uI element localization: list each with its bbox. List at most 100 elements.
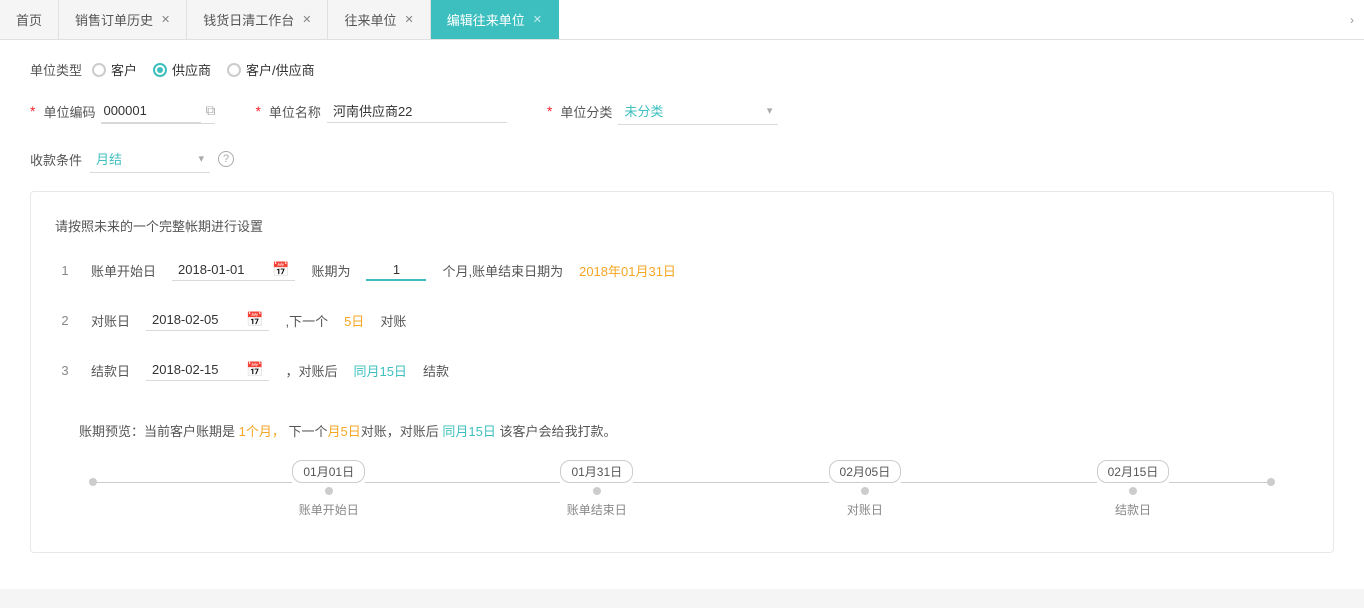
setting-row-2: 2 对账日 📅 ,下一个5日对账 <box>55 309 1309 331</box>
tl-node-3-date: 02月05日 <box>829 460 902 483</box>
timeline-left-dot <box>89 478 97 486</box>
radio-both-label: 客户/供应商 <box>246 60 315 79</box>
row-2-calendar-icon[interactable]: 📅 <box>246 311 263 328</box>
unit-name-field: * 单位名称 <box>255 99 506 123</box>
timeline-right-end <box>1267 478 1275 486</box>
period-input[interactable] <box>366 260 426 281</box>
tab-home-label: 首页 <box>16 10 42 29</box>
unit-category-field: * 单位分类 未分类 ▾ <box>547 97 778 125</box>
unit-name-star: * <box>255 103 260 119</box>
row-1-num: 1 <box>55 263 75 278</box>
tl-seg-3 <box>633 482 828 483</box>
row-1-suffix-text: 个月,账单结束日期为 <box>442 261 563 280</box>
row-3-date-input[interactable] <box>152 362 242 377</box>
tab-sales-history[interactable]: 销售订单历史 ✕ <box>59 0 187 39</box>
unit-code-star: * <box>30 103 35 119</box>
unit-info-row: * 单位编码 ⧉ * 单位名称 * 单位分类 未分类 ▾ <box>30 97 1334 125</box>
preview-part2-suffix: 对账，对账后 <box>361 424 439 439</box>
preview-text: 账期预览：当前客户账期是 1个月， 下一个月5日对账，对账后 同月15日 该客户… <box>79 421 1285 440</box>
tl-seg-4 <box>901 482 1096 483</box>
tab-more-arrow[interactable]: › <box>1340 0 1364 39</box>
row-2-date-field: 📅 <box>146 309 269 331</box>
payment-terms-arrow-icon: ▾ <box>198 152 204 165</box>
unit-category-label: 单位分类 <box>560 102 612 121</box>
tab-edit-partner-close[interactable]: ✕ <box>533 13 542 26</box>
radio-supplier-circle <box>153 63 167 77</box>
tab-partner-unit-close[interactable]: ✕ <box>405 13 414 26</box>
payment-terms-value: 月结 <box>96 149 194 168</box>
tab-partner-unit[interactable]: 往来单位 ✕ <box>328 0 430 39</box>
payment-terms-row: 收款条件 月结 ▾ ? <box>30 145 1334 173</box>
tl-seg-2 <box>365 482 560 483</box>
tab-cash-work[interactable]: 钱货日清工作台 ✕ <box>187 0 328 39</box>
tl-node-2: 01月31日 账单结束日 <box>560 460 633 518</box>
unit-code-input[interactable] <box>101 99 201 123</box>
row-3-suffix: 结款 <box>423 361 449 380</box>
preview-prefix: 账期预览：当前客户账期是 <box>79 424 235 439</box>
tl-seg-5 <box>1169 482 1267 483</box>
tab-edit-partner[interactable]: 编辑往来单位 ✕ <box>431 0 559 39</box>
tab-edit-partner-label: 编辑往来单位 <box>447 10 525 29</box>
row-2-highlight: 5日 <box>344 311 364 330</box>
radio-supplier[interactable]: 供应商 <box>153 60 211 79</box>
unit-type-radio-group: 客户 供应商 客户/供应商 <box>92 60 315 79</box>
radio-both-circle <box>227 63 241 77</box>
unit-category-star: * <box>547 103 552 119</box>
row-3-label: 结款日 <box>91 361 130 380</box>
tl-node-3: 02月05日 对账日 <box>829 460 902 518</box>
help-icon[interactable]: ? <box>218 151 234 167</box>
timeline-left-end <box>89 478 97 486</box>
preview-part2-highlight: 月5日 <box>328 424 361 439</box>
row-1-middle-text: 账期为 <box>311 261 350 280</box>
tab-cash-work-close[interactable]: ✕ <box>302 13 311 26</box>
tab-sales-history-close[interactable]: ✕ <box>161 13 170 26</box>
row-1-date-field: 📅 <box>172 259 295 281</box>
tab-home[interactable]: 首页 <box>0 0 59 39</box>
tab-cash-work-label: 钱货日清工作台 <box>203 10 294 29</box>
tl-node-2-dot <box>593 487 601 495</box>
radio-customer-circle <box>92 63 106 77</box>
setting-row-1: 1 账单开始日 📅 账期为 个月,账单结束日期为 2018年01月31日 <box>55 259 1309 281</box>
preview-part2-prefix: 下一个 <box>289 424 328 439</box>
row-3-date-field: 📅 <box>146 359 269 381</box>
tl-node-4-date: 02月15日 <box>1097 460 1170 483</box>
unit-code-copy-icon[interactable]: ⧉ <box>205 102 215 119</box>
row-2-label: 对账日 <box>91 311 130 330</box>
unit-code-field: * 单位编码 ⧉ <box>30 99 215 124</box>
row-1-calendar-icon[interactable]: 📅 <box>272 261 289 278</box>
radio-supplier-label: 供应商 <box>172 60 211 79</box>
radio-customer[interactable]: 客户 <box>92 60 137 79</box>
preview-section: 账期预览：当前客户账期是 1个月， 下一个月5日对账，对账后 同月15日 该客户… <box>55 409 1309 528</box>
tl-node-4-dot <box>1129 487 1137 495</box>
radio-both[interactable]: 客户/供应商 <box>227 60 315 79</box>
row-2-suffix: 对账 <box>380 311 406 330</box>
preview-part3-suffix: 该客户会给我打款。 <box>499 424 616 439</box>
unit-type-label: 单位类型 <box>30 60 82 79</box>
row-2-num: 2 <box>55 313 75 328</box>
tl-node-1: 01月01日 账单开始日 <box>292 460 365 518</box>
unit-category-value: 未分类 <box>624 101 762 120</box>
tl-node-1-date: 01月01日 <box>292 460 365 483</box>
tl-node-2-label: 账单结束日 <box>567 501 627 518</box>
unit-name-input[interactable] <box>327 99 507 123</box>
payment-terms-select[interactable]: 月结 ▾ <box>90 145 210 173</box>
row-3-num: 3 <box>55 363 75 378</box>
row-1-label: 账单开始日 <box>91 261 156 280</box>
card-title: 请按照未来的一个完整帐期进行设置 <box>55 216 1309 235</box>
row-1-date-input[interactable] <box>178 262 268 277</box>
radio-customer-label: 客户 <box>111 60 137 79</box>
row-1-highlight: 2018年01月31日 <box>579 261 676 280</box>
tab-bar: 首页 销售订单历史 ✕ 钱货日清工作台 ✕ 往来单位 ✕ 编辑往来单位 ✕ › <box>0 0 1364 40</box>
tl-node-1-label: 账单开始日 <box>299 501 359 518</box>
unit-category-arrow-icon: ▾ <box>767 104 773 117</box>
unit-category-select[interactable]: 未分类 ▾ <box>618 97 778 125</box>
timeline-right-dot <box>1267 478 1275 486</box>
unit-name-label: 单位名称 <box>269 102 321 121</box>
row-3-prefix: ，对账后 <box>285 361 337 380</box>
row-3-highlight: 同月15日 <box>353 361 406 380</box>
preview-part3-highlight: 同月15日 <box>442 424 495 439</box>
row-2-date-input[interactable] <box>152 312 242 327</box>
tl-seg-1 <box>97 482 292 483</box>
row-3-calendar-icon[interactable]: 📅 <box>246 361 263 378</box>
preview-part1: 1个月， <box>239 424 285 439</box>
